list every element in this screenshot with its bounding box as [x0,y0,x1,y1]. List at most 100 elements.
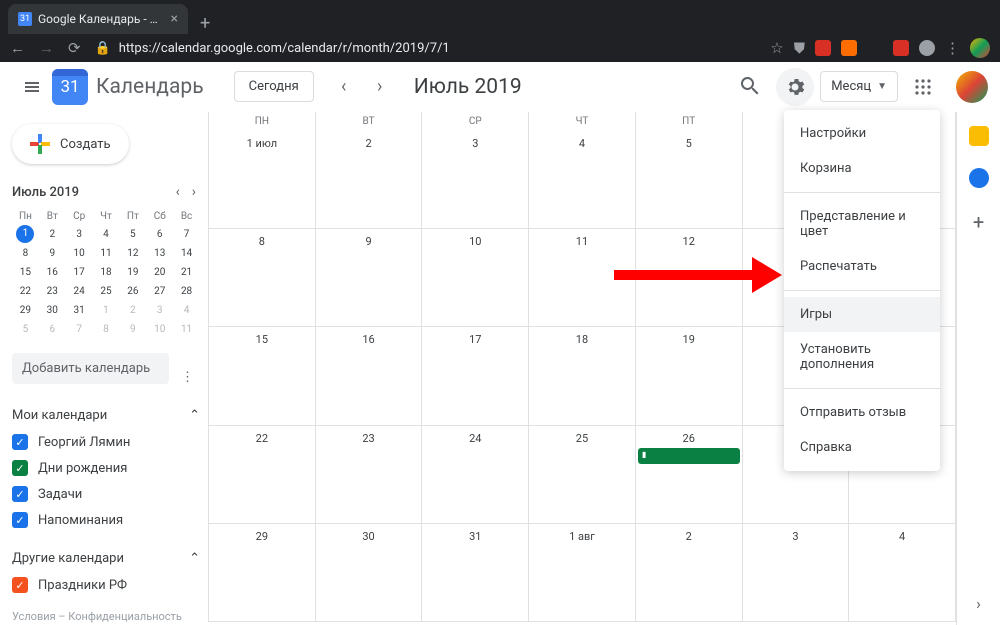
back-button[interactable]: ← [10,39,25,57]
mini-day[interactable]: 10 [66,244,93,263]
event-bar[interactable] [638,448,740,464]
day-cell[interactable]: 2 [316,131,423,228]
mini-day[interactable]: 12 [119,244,146,263]
calendar-item[interactable]: ✓Георгий Лямин [12,429,200,455]
day-cell[interactable]: 23 [316,426,423,523]
extension-icon[interactable] [893,40,909,56]
dropdown-item[interactable]: Отправить отзыв [784,395,940,430]
mini-day[interactable]: 3 [146,301,173,320]
keep-button[interactable] [969,126,989,146]
add-calendar-input[interactable]: Добавить календарь [12,353,169,384]
other-calendars-toggle[interactable]: Другие календари ⌃ [12,545,200,572]
dropdown-item[interactable]: Установить дополнения [784,332,940,382]
today-button[interactable]: Сегодня [234,71,314,102]
day-cell[interactable]: 3 [743,524,850,621]
day-cell[interactable]: 11 [529,229,636,326]
day-cell[interactable]: 26 [636,426,743,523]
dropdown-item[interactable]: Игры [784,297,940,332]
mini-day[interactable]: 24 [66,282,93,301]
add-addon-button[interactable]: + [973,210,984,234]
menu-icon[interactable]: ⋮ [945,39,960,57]
mini-day[interactable]: 6 [39,320,66,339]
mini-day[interactable]: 5 [12,320,39,339]
mini-day[interactable]: 1 [16,225,34,243]
day-cell[interactable]: 16 [316,327,423,424]
checkbox-icon[interactable]: ✓ [12,512,28,528]
day-cell[interactable]: 24 [422,426,529,523]
mini-day[interactable]: 13 [146,244,173,263]
calendar-item[interactable]: ✓Праздники РФ [12,572,200,598]
day-cell[interactable]: 18 [529,327,636,424]
day-cell[interactable]: 5 [636,131,743,228]
calendar-item[interactable]: ✓Дни рождения [12,455,200,481]
extension-icon[interactable] [919,40,935,56]
extension-icon[interactable] [815,40,831,56]
day-cell[interactable]: 19 [636,327,743,424]
extension-icon[interactable] [867,40,883,56]
mini-day[interactable]: 22 [12,282,39,301]
checkbox-icon[interactable]: ✓ [12,434,28,450]
collapse-rail-button[interactable]: › [976,594,981,625]
extension-icon[interactable] [841,40,857,56]
mini-day[interactable]: 26 [119,282,146,301]
day-cell[interactable]: 31 [422,524,529,621]
mini-prev-button[interactable]: ‹ [172,182,184,202]
mini-next-button[interactable]: › [188,182,200,202]
mini-day[interactable]: 23 [39,282,66,301]
star-icon[interactable]: ☆ [770,39,783,57]
dropdown-item[interactable]: Справка [784,430,940,465]
mini-day[interactable]: 6 [146,225,173,244]
mini-day[interactable]: 17 [66,263,93,282]
mini-day[interactable]: 4 [93,225,120,244]
mini-day[interactable]: 15 [12,263,39,282]
calendar-item[interactable]: ✓Задачи [12,481,200,507]
day-cell[interactable]: 9 [316,229,423,326]
create-button[interactable]: Создать [12,124,129,164]
dropdown-item[interactable]: Распечатать [784,249,940,284]
day-cell[interactable]: 17 [422,327,529,424]
close-tab-icon[interactable]: × [171,11,178,27]
mini-day[interactable]: 29 [12,301,39,320]
mini-day[interactable]: 11 [173,320,200,339]
user-avatar[interactable] [956,71,988,103]
new-tab-button[interactable]: + [188,13,222,34]
day-cell[interactable]: 1 июл [209,131,316,228]
day-cell[interactable]: 8 [209,229,316,326]
mini-day[interactable]: 8 [93,320,120,339]
mini-day[interactable]: 27 [146,282,173,301]
mini-day[interactable]: 31 [66,301,93,320]
day-cell[interactable]: 25 [529,426,636,523]
dropdown-item[interactable]: Корзина [784,151,940,186]
mini-day[interactable]: 30 [39,301,66,320]
mini-day[interactable]: 3 [66,225,93,244]
day-cell[interactable]: 4 [529,131,636,228]
mini-day[interactable]: 10 [146,320,173,339]
search-button[interactable] [732,68,770,106]
browser-profile-avatar[interactable] [970,38,990,58]
mini-day[interactable]: 5 [119,225,146,244]
app-logo[interactable]: 31 Календарь [52,69,204,105]
prev-month-button[interactable]: ‹ [330,73,358,101]
dropdown-item[interactable]: Настройки [784,116,940,151]
shield-icon[interactable]: ⛊ [794,39,805,57]
day-cell[interactable]: 4 [849,524,956,621]
my-calendars-toggle[interactable]: Мои календари ⌃ [12,402,200,429]
mini-day[interactable]: 2 [39,225,66,244]
mini-day[interactable]: 8 [12,244,39,263]
calendar-item[interactable]: ✓Напоминания [12,507,200,533]
forward-button[interactable]: → [39,39,54,57]
mini-day[interactable]: 11 [93,244,120,263]
mini-day[interactable]: 4 [173,301,200,320]
browser-tab[interactable]: 31 Google Календарь - июль 201 × [8,4,188,34]
mini-day[interactable]: 28 [173,282,200,301]
day-cell[interactable]: 12 [636,229,743,326]
view-selector[interactable]: Месяц ▼ [820,71,898,102]
add-calendar-more-button[interactable]: ⋮ [175,370,200,385]
tasks-button[interactable] [969,168,989,188]
mini-day[interactable]: 16 [39,263,66,282]
mini-day[interactable]: 19 [119,263,146,282]
checkbox-icon[interactable]: ✓ [12,460,28,476]
mini-day[interactable]: 7 [66,320,93,339]
mini-day[interactable]: 18 [93,263,120,282]
day-cell[interactable]: 2 [636,524,743,621]
